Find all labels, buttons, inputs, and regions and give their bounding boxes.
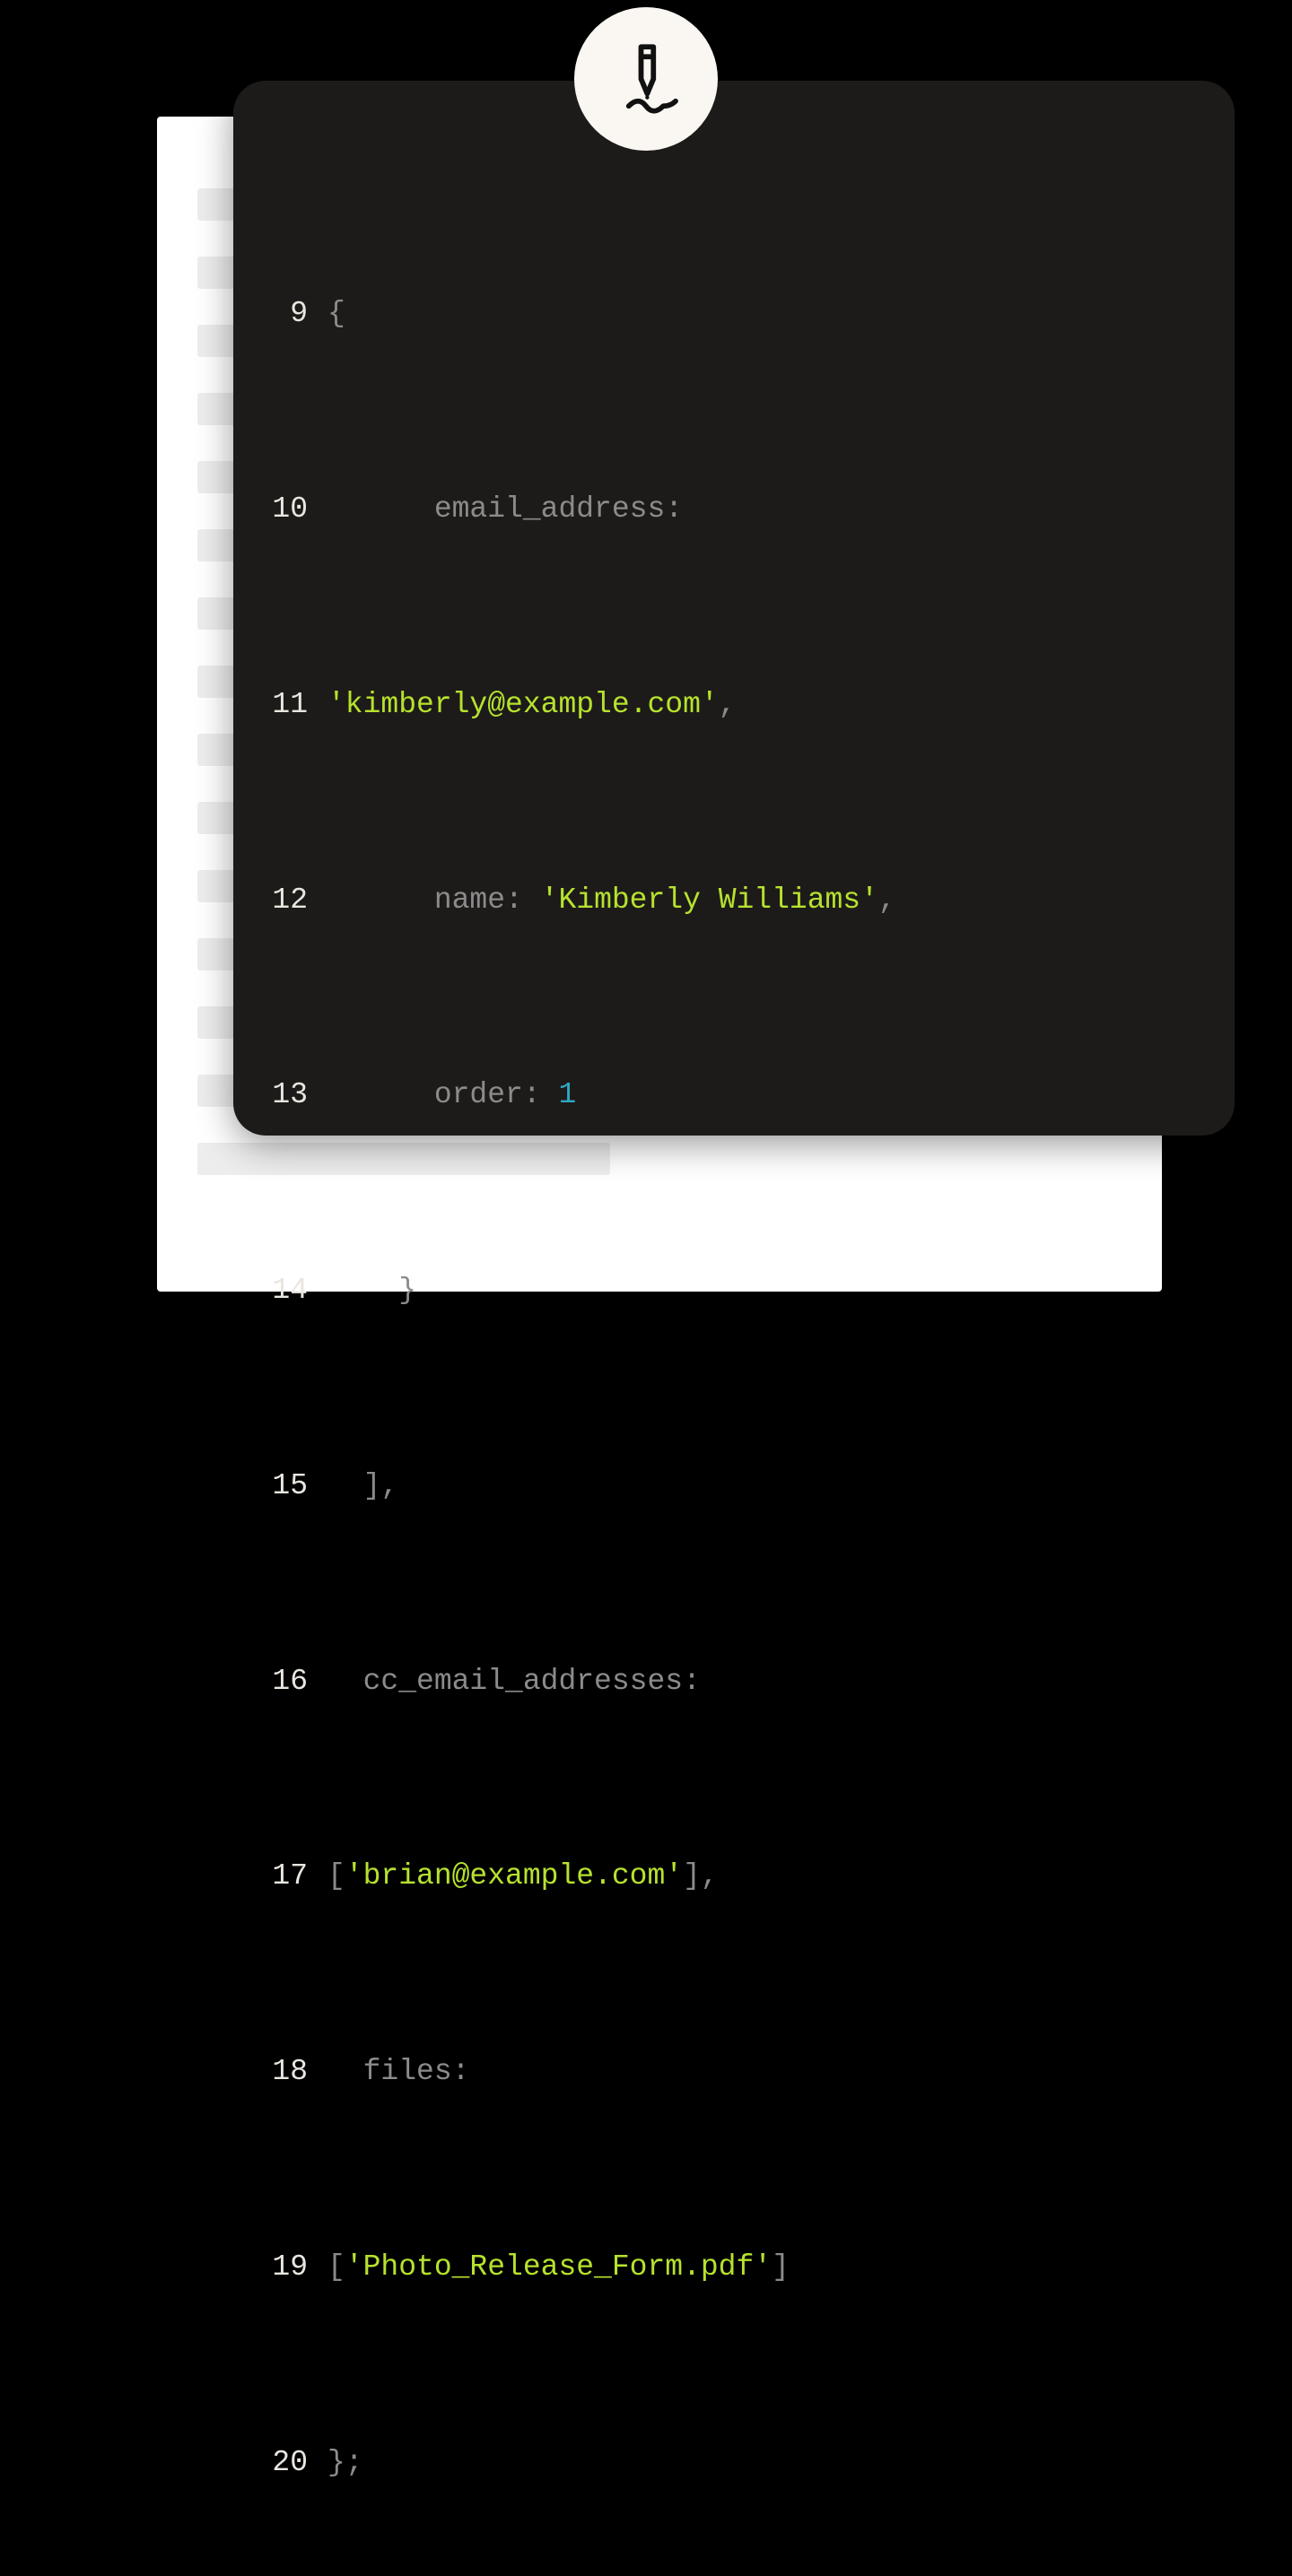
code-panel: 9 { 10 email_address: 11 'kimberly@examp… xyxy=(233,81,1235,1136)
line-number: 14 xyxy=(269,1266,327,1315)
code-line: 19 ['Photo_Release_Form.pdf'] xyxy=(269,2243,1181,2292)
token-key: name xyxy=(434,883,505,917)
token-key: order xyxy=(434,1078,523,1111)
code-line: 18 files: xyxy=(269,2048,1181,2096)
code-line: 16 cc_email_addresses: xyxy=(269,1658,1181,1706)
code-line: 12 name: 'Kimberly Williams', xyxy=(269,876,1181,925)
code-line: 20 }; xyxy=(269,2439,1181,2487)
code-line: 13 order: 1 xyxy=(269,1071,1181,1119)
token-string: 'Photo_Release_Form.pdf' xyxy=(345,2250,772,2284)
line-number: 15 xyxy=(269,1462,327,1510)
line-number: 16 xyxy=(269,1658,327,1706)
code-line: 14 } xyxy=(269,1266,1181,1315)
token-punc: }; xyxy=(327,2446,363,2479)
token-string: 'kimberly@example.com' xyxy=(327,688,719,721)
token-punc: { xyxy=(327,297,345,330)
line-number: 20 xyxy=(269,2439,327,2487)
token-punc: ], xyxy=(363,1469,399,1502)
signature-pen-icon xyxy=(607,39,685,118)
line-number: 13 xyxy=(269,1071,327,1119)
token-punc: } xyxy=(398,1274,416,1307)
token-string: 'brian@example.com' xyxy=(345,1859,683,1893)
token-key: cc_email_addresses xyxy=(363,1665,683,1698)
line-number: 10 xyxy=(269,485,327,534)
line-number: 9 xyxy=(269,290,327,338)
token-key: files xyxy=(363,2055,452,2088)
code-line: 11 'kimberly@example.com', xyxy=(269,681,1181,729)
code-line: 10 email_address: xyxy=(269,485,1181,534)
code-line: 15 ], xyxy=(269,1462,1181,1510)
code-line: 17 ['brian@example.com'], xyxy=(269,1852,1181,1901)
line-number: 18 xyxy=(269,2048,327,2096)
token-string: 'Kimberly Williams' xyxy=(541,883,878,917)
line-number: 17 xyxy=(269,1852,327,1901)
line-number: 12 xyxy=(269,876,327,925)
line-number: 11 xyxy=(269,681,327,729)
code-line: 9 { xyxy=(269,290,1181,338)
code-block[interactable]: 9 { 10 email_address: 11 'kimberly@examp… xyxy=(269,144,1181,2576)
line-number: 19 xyxy=(269,2243,327,2292)
signature-badge xyxy=(574,7,718,151)
token-key: email_address xyxy=(434,492,665,526)
token-number: 1 xyxy=(558,1078,576,1111)
